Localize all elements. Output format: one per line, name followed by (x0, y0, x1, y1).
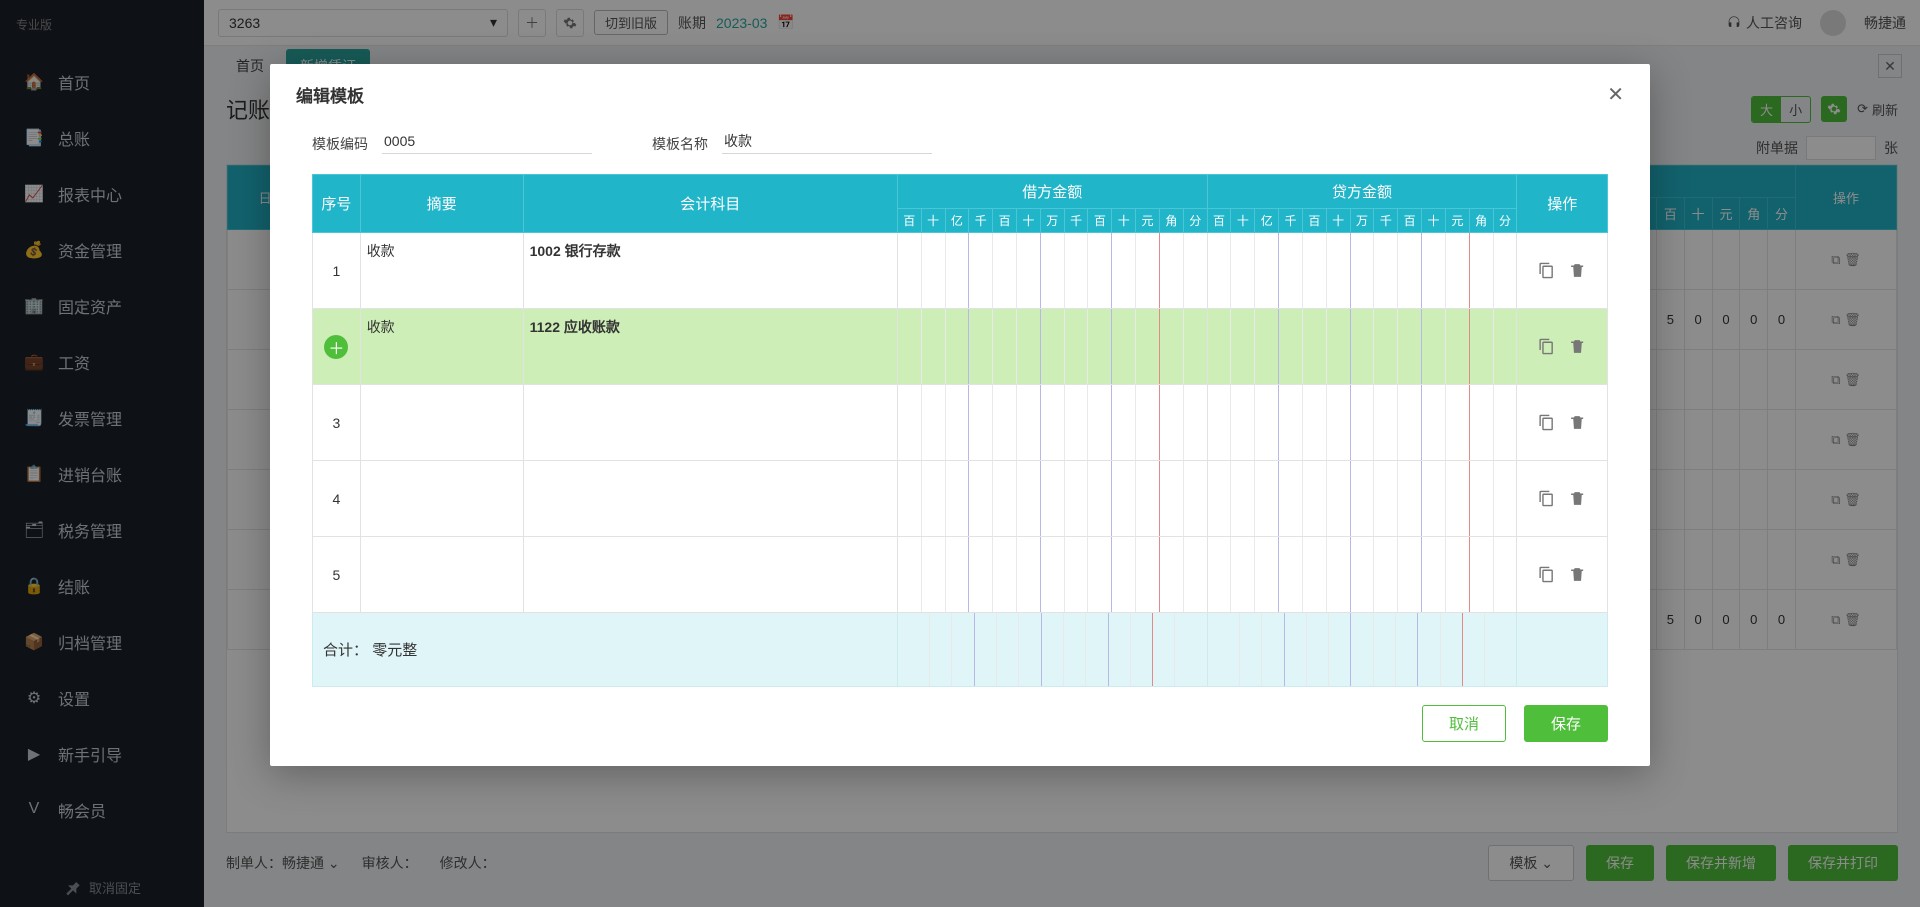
row-credit[interactable] (1207, 461, 1517, 537)
total-op-empty (1517, 613, 1608, 687)
digit-unit: 百 (1398, 209, 1422, 233)
row-account[interactable] (523, 385, 897, 461)
delete-row-icon[interactable] (1569, 338, 1586, 355)
digit-unit: 万 (1350, 209, 1374, 233)
digit-unit: 百 (993, 209, 1017, 233)
digit-unit: 十 (1422, 209, 1446, 233)
template-code-input[interactable] (382, 129, 592, 154)
copy-row-icon[interactable] (1538, 414, 1555, 431)
table-row[interactable]: 4 (313, 461, 1608, 537)
row-ops (1517, 233, 1608, 309)
digit-unit: 亿 (1255, 209, 1279, 233)
digit-unit: 十 (1112, 209, 1136, 233)
digit-unit: 万 (1040, 209, 1064, 233)
row-credit[interactable] (1207, 385, 1517, 461)
digit-unit: 千 (1279, 209, 1303, 233)
delete-row-icon[interactable] (1569, 414, 1586, 431)
row-credit[interactable] (1207, 537, 1517, 613)
digit-unit: 百 (1207, 209, 1231, 233)
digit-unit: 百 (1088, 209, 1112, 233)
digit-unit: 分 (1493, 209, 1517, 233)
col-debit: 借方金额 (897, 175, 1207, 209)
row-account[interactable]: 1002 银行存款 (523, 233, 897, 309)
digit-unit: 十 (921, 209, 945, 233)
row-credit[interactable] (1207, 309, 1517, 385)
modal-close-button[interactable]: ✕ (1607, 85, 1624, 105)
digit-unit: 元 (1136, 209, 1160, 233)
row-index: 1 (313, 233, 361, 309)
digit-unit: 亿 (945, 209, 969, 233)
row-debit[interactable] (897, 233, 1207, 309)
row-debit[interactable] (897, 461, 1207, 537)
cancel-button[interactable]: 取消 (1422, 705, 1506, 742)
digit-unit: 分 (1183, 209, 1207, 233)
row-summary[interactable] (360, 461, 523, 537)
digit-unit: 角 (1159, 209, 1183, 233)
save-button[interactable]: 保存 (1524, 705, 1608, 742)
row-index: 3 (313, 385, 361, 461)
digit-unit: 角 (1469, 209, 1493, 233)
total-label: 合计： (323, 642, 368, 659)
row-summary[interactable]: 收款 (360, 309, 523, 385)
copy-row-icon[interactable] (1538, 338, 1555, 355)
modal-title: 编辑模板 (296, 82, 364, 107)
row-index: ＋ (313, 309, 361, 385)
digit-unit: 千 (969, 209, 993, 233)
row-summary[interactable]: 收款 (360, 233, 523, 309)
total-credit (1207, 613, 1517, 687)
row-debit[interactable] (897, 385, 1207, 461)
row-account[interactable] (523, 537, 897, 613)
row-index: 4 (313, 461, 361, 537)
col-credit: 贷方金额 (1207, 175, 1517, 209)
row-account[interactable]: 1122 应收账款 (523, 309, 897, 385)
delete-row-icon[interactable] (1569, 490, 1586, 507)
template-name-field: 模板名称 (652, 129, 932, 154)
row-ops (1517, 309, 1608, 385)
template-name-label: 模板名称 (652, 134, 708, 154)
col-summary: 摘要 (360, 175, 523, 233)
template-table: 序号 摘要 会计科目 借方金额 贷方金额 操作 百十亿千百十万千百十元角分百十亿… (312, 174, 1608, 687)
modal-overlay: 编辑模板 ✕ 模板编码 模板名称 序号 摘要 会计科目 借方金额 (0, 0, 1920, 907)
row-summary[interactable] (360, 385, 523, 461)
table-row[interactable]: 5 (313, 537, 1608, 613)
add-row-button[interactable]: ＋ (324, 335, 348, 359)
row-credit[interactable] (1207, 233, 1517, 309)
digit-unit: 元 (1445, 209, 1469, 233)
digit-unit: 百 (897, 209, 921, 233)
table-row[interactable]: 1收款1002 银行存款 (313, 233, 1608, 309)
edit-template-modal: 编辑模板 ✕ 模板编码 模板名称 序号 摘要 会计科目 借方金额 (270, 64, 1650, 766)
total-text: 零元整 (372, 642, 417, 659)
row-ops (1517, 537, 1608, 613)
row-account[interactable] (523, 461, 897, 537)
total-debit (897, 613, 1207, 687)
row-ops (1517, 461, 1608, 537)
copy-row-icon[interactable] (1538, 566, 1555, 583)
delete-row-icon[interactable] (1569, 566, 1586, 583)
col-index: 序号 (313, 175, 361, 233)
digit-unit: 十 (1231, 209, 1255, 233)
table-row[interactable]: 3 (313, 385, 1608, 461)
digit-unit: 千 (1374, 209, 1398, 233)
copy-row-icon[interactable] (1538, 490, 1555, 507)
digit-unit: 十 (1017, 209, 1041, 233)
row-debit[interactable] (897, 537, 1207, 613)
template-code-field: 模板编码 (312, 129, 592, 154)
template-code-label: 模板编码 (312, 134, 368, 154)
total-cell: 合计： 零元整 (313, 613, 898, 687)
row-summary[interactable] (360, 537, 523, 613)
row-index: 5 (313, 537, 361, 613)
template-name-input[interactable] (722, 129, 932, 154)
digit-unit: 十 (1326, 209, 1350, 233)
digit-unit: 百 (1302, 209, 1326, 233)
table-row[interactable]: ＋ 收款1122 应收账款 (313, 309, 1608, 385)
row-ops (1517, 385, 1608, 461)
delete-row-icon[interactable] (1569, 262, 1586, 279)
col-op: 操作 (1517, 175, 1608, 233)
digit-unit: 千 (1064, 209, 1088, 233)
col-account: 会计科目 (523, 175, 897, 233)
copy-row-icon[interactable] (1538, 262, 1555, 279)
row-debit[interactable] (897, 309, 1207, 385)
